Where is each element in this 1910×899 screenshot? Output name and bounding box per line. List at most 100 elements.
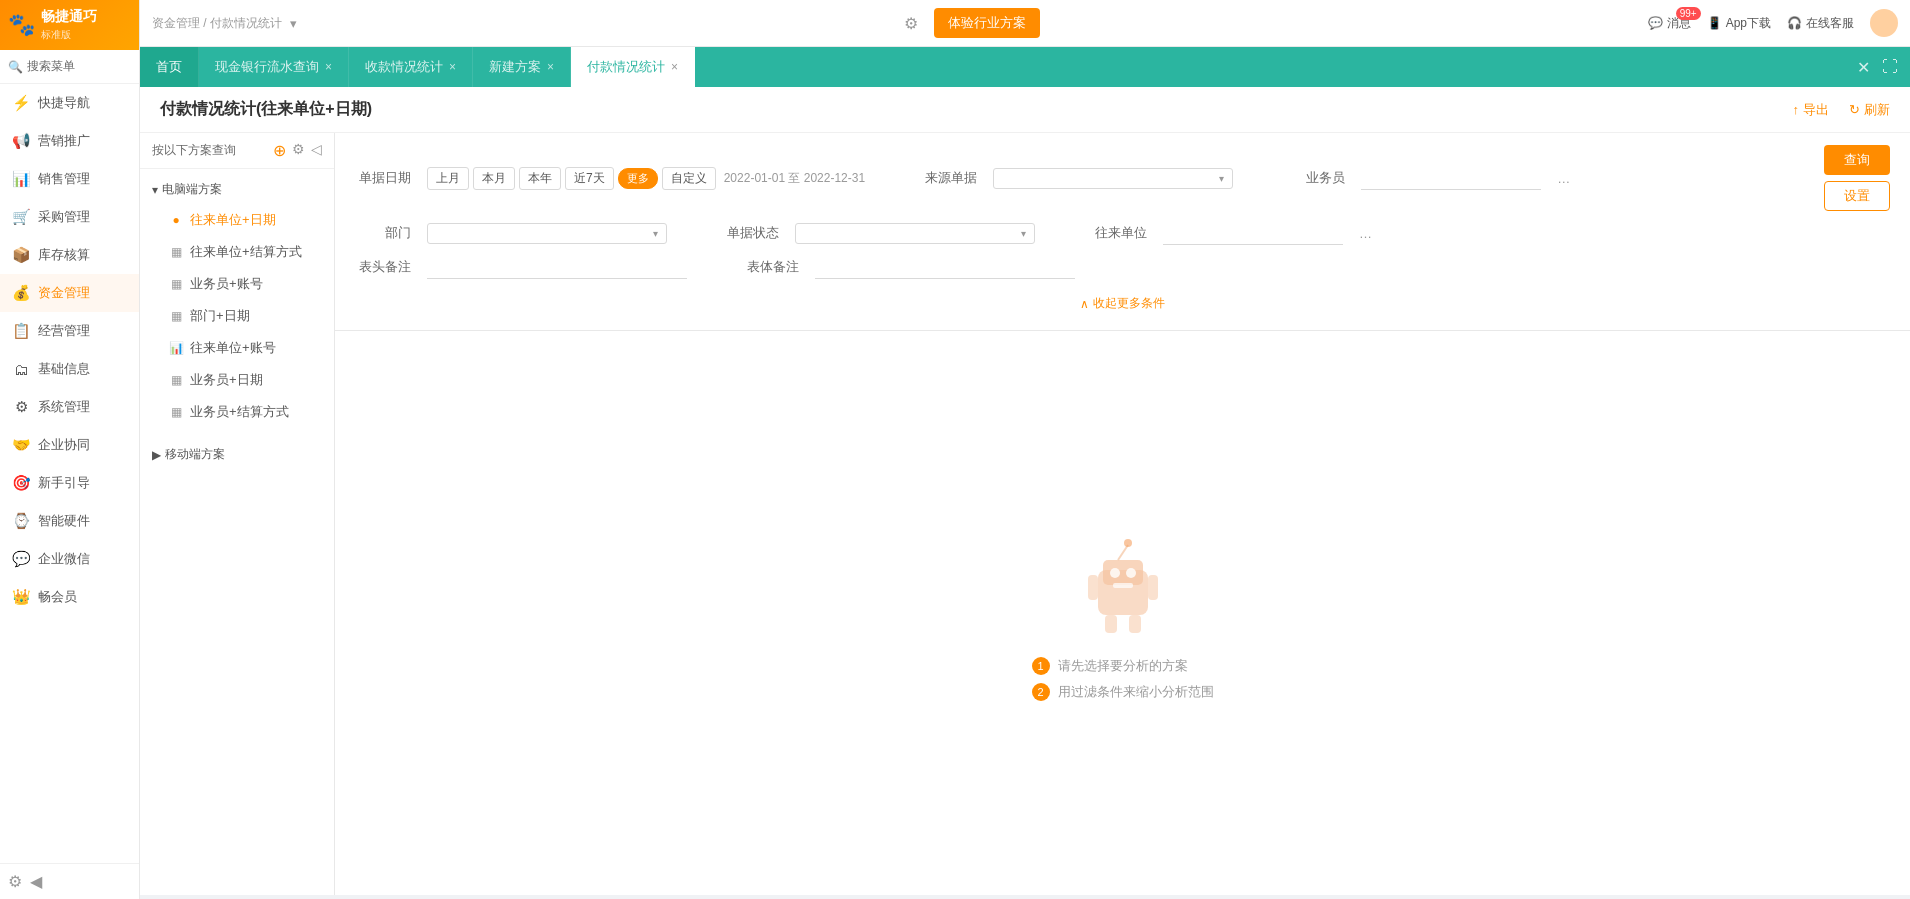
user-avatar[interactable] [1870,9,1898,37]
scheme-settings-btn[interactable]: ⚙ [292,141,305,160]
pc-scheme-group-title[interactable]: ▾ 电脑端方案 [140,175,334,204]
sidebar-item-guide[interactable]: 🎯 新手引导 [0,464,139,502]
topbar-online-service[interactable]: 🎧 在线客服 [1787,15,1854,32]
payment-tab-close[interactable]: × [671,60,678,74]
trial-btn[interactable]: 体验行业方案 [934,8,1040,38]
tab-home[interactable]: 首页 [140,47,199,87]
tip-1-text: 请先选择要分析的方案 [1058,657,1188,675]
sidebar-item-inventory[interactable]: 📦 库存核算 [0,236,139,274]
sidebar-item-finance[interactable]: 💰 资金管理 [0,274,139,312]
scheme-item-label: 部门+日期 [190,307,250,325]
refresh-btn[interactable]: ↻ 刷新 [1849,101,1890,119]
scheme-item-dept-date[interactable]: ▦ 部门+日期 [140,300,334,332]
staff-filter-input[interactable] [1361,166,1541,190]
empty-state: 1 请先选择要分析的方案 2 用过滤条件来缩小分析范围 [335,331,1910,895]
add-scheme-btn[interactable]: ⊕ [273,141,286,160]
export-btn[interactable]: ↑ 导出 [1793,101,1830,119]
new-scheme-tab-close[interactable]: × [547,60,554,74]
last-month-btn[interactable]: 上月 [427,167,469,190]
topbar-settings-icon[interactable]: ⚙ [904,14,918,33]
scheme-item-counterpart-settle[interactable]: ▦ 往来单位+结算方式 [140,236,334,268]
custom-date-btn[interactable]: 自定义 [662,167,716,190]
sidebar-search[interactable]: 🔍 搜索菜单 [0,50,139,84]
topbar-app-download[interactable]: 📱 App下载 [1707,15,1771,32]
svg-rect-6 [1148,575,1158,600]
svg-rect-7 [1105,615,1117,633]
collapse-more-btn[interactable]: ∧ 收起更多条件 [355,289,1890,318]
sidebar-item-member[interactable]: 👑 畅会员 [0,578,139,616]
empty-tip-1: 1 请先选择要分析的方案 [1032,657,1214,675]
tab-receipt[interactable]: 收款情况统计 × [349,47,473,87]
sidebar-item-label: 新手引导 [38,474,90,492]
scheme-item-staff-settle[interactable]: ▦ 业务员+结算方式 [140,396,334,428]
purchase-icon: 🛒 [12,208,30,226]
this-year-btn[interactable]: 本年 [519,167,561,190]
tip-2-text: 用过滤条件来缩小分析范围 [1058,683,1214,701]
scheme-group-pc: ▾ 电脑端方案 ● 往来单位+日期 ▦ 往来单位+结算方式 ▦ 业务员+账号 [140,169,334,434]
empty-tip-2: 2 用过滤条件来缩小分析范围 [1032,683,1214,701]
sidebar-item-label: 销售管理 [38,170,90,188]
dept-select[interactable]: ▾ [427,223,667,244]
filter-row-2: 部门 ▾ 单据状态 ▾ 往来单位 … [355,221,1890,245]
filter-row-3: 表头备注 表体备注 [355,255,1890,279]
topbar-message[interactable]: 💬 消息 99+ [1648,15,1691,32]
sidebar-footer-collapse[interactable]: ◀ [30,872,42,891]
staff-dots: … [1557,171,1570,186]
setting-btn[interactable]: 设置 [1824,181,1890,211]
expand-tab-btn[interactable]: ⛶ [1878,58,1902,76]
sidebar-item-system[interactable]: ⚙ 系统管理 [0,388,139,426]
dept-filter-label: 部门 [355,224,411,242]
sidebar-item-purchase[interactable]: 🛒 采购管理 [0,198,139,236]
svg-rect-5 [1088,575,1098,600]
tabs-right-controls: ✕ ⛶ [1853,58,1910,77]
tab-new-scheme[interactable]: 新建方案 × [473,47,571,87]
collapse-panel-btn[interactable]: ◁ [311,141,322,160]
home-tab-label: 首页 [156,58,182,76]
sidebar-item-hardware[interactable]: ⌚ 智能硬件 [0,502,139,540]
close-all-tabs-btn[interactable]: ✕ [1853,58,1874,77]
member-icon: 👑 [12,588,30,606]
mobile-group-expand-icon: ▶ [152,448,161,462]
this-month-btn[interactable]: 本月 [473,167,515,190]
scheme-item-counterpart-account[interactable]: 📊 往来单位+账号 [140,332,334,364]
guide-icon: 🎯 [12,474,30,492]
scheme-item-staff-account[interactable]: ▦ 业务员+账号 [140,268,334,300]
new-scheme-tab-label: 新建方案 [489,58,541,76]
bank-tab-close[interactable]: × [325,60,332,74]
scheme-item-label: 业务员+账号 [190,275,263,293]
sidebar-item-wechat[interactable]: 💬 企业微信 [0,540,139,578]
topbar-dropdown[interactable]: ▾ [290,16,297,31]
right-panel: 单据日期 上月 本月 本年 近7天 更多 自定义 2022-01-01 至 20… [335,133,1910,895]
receipt-tab-close[interactable]: × [449,60,456,74]
sidebar-item-sales[interactable]: 📊 销售管理 [0,160,139,198]
filter-row-1: 单据日期 上月 本月 本年 近7天 更多 自定义 2022-01-01 至 20… [355,145,1890,211]
robot-svg [1063,525,1183,645]
scheme-item-counterpart-date[interactable]: ● 往来单位+日期 [140,204,334,236]
svg-rect-4 [1113,583,1133,588]
sidebar-item-label: 库存核算 [38,246,90,264]
sidebar-item-marketing[interactable]: 📢 营销推广 [0,122,139,160]
sidebar-logo-text: 畅捷通巧 [41,8,97,26]
export-label: 导出 [1803,101,1829,119]
query-btn[interactable]: 查询 [1824,145,1890,175]
service-label: 在线客服 [1806,15,1854,32]
header-note-input[interactable] [427,255,687,279]
doc-status-select[interactable]: ▾ [795,223,1035,244]
more-date-btn[interactable]: 更多 [618,168,658,189]
sidebar-item-label: 营销推广 [38,132,90,150]
tab-payment[interactable]: 付款情况统计 × [571,47,695,87]
sidebar-item-basic[interactable]: 🗂 基础信息 [0,350,139,388]
tab-bank[interactable]: 现金银行流水查询 × [199,47,349,87]
last-7-days-btn[interactable]: 近7天 [565,167,614,190]
sidebar-footer-settings[interactable]: ⚙ [8,872,22,891]
counterparty-filter-input[interactable] [1163,221,1343,245]
sidebar-item-operation[interactable]: 📋 经营管理 [0,312,139,350]
topbar-breadcrumb: 资金管理 / 付款情况统计 [152,15,282,32]
mobile-scheme-group-title[interactable]: ▶ 移动端方案 [140,440,334,469]
source-select[interactable]: ▾ [993,168,1233,189]
body-note-input[interactable] [815,255,1075,279]
scheme-item-staff-date[interactable]: ▦ 业务员+日期 [140,364,334,396]
sidebar-item-enterprise[interactable]: 🤝 企业协同 [0,426,139,464]
sidebar-item-quick-nav[interactable]: ⚡ 快捷导航 [0,84,139,122]
marketing-icon: 📢 [12,132,30,150]
